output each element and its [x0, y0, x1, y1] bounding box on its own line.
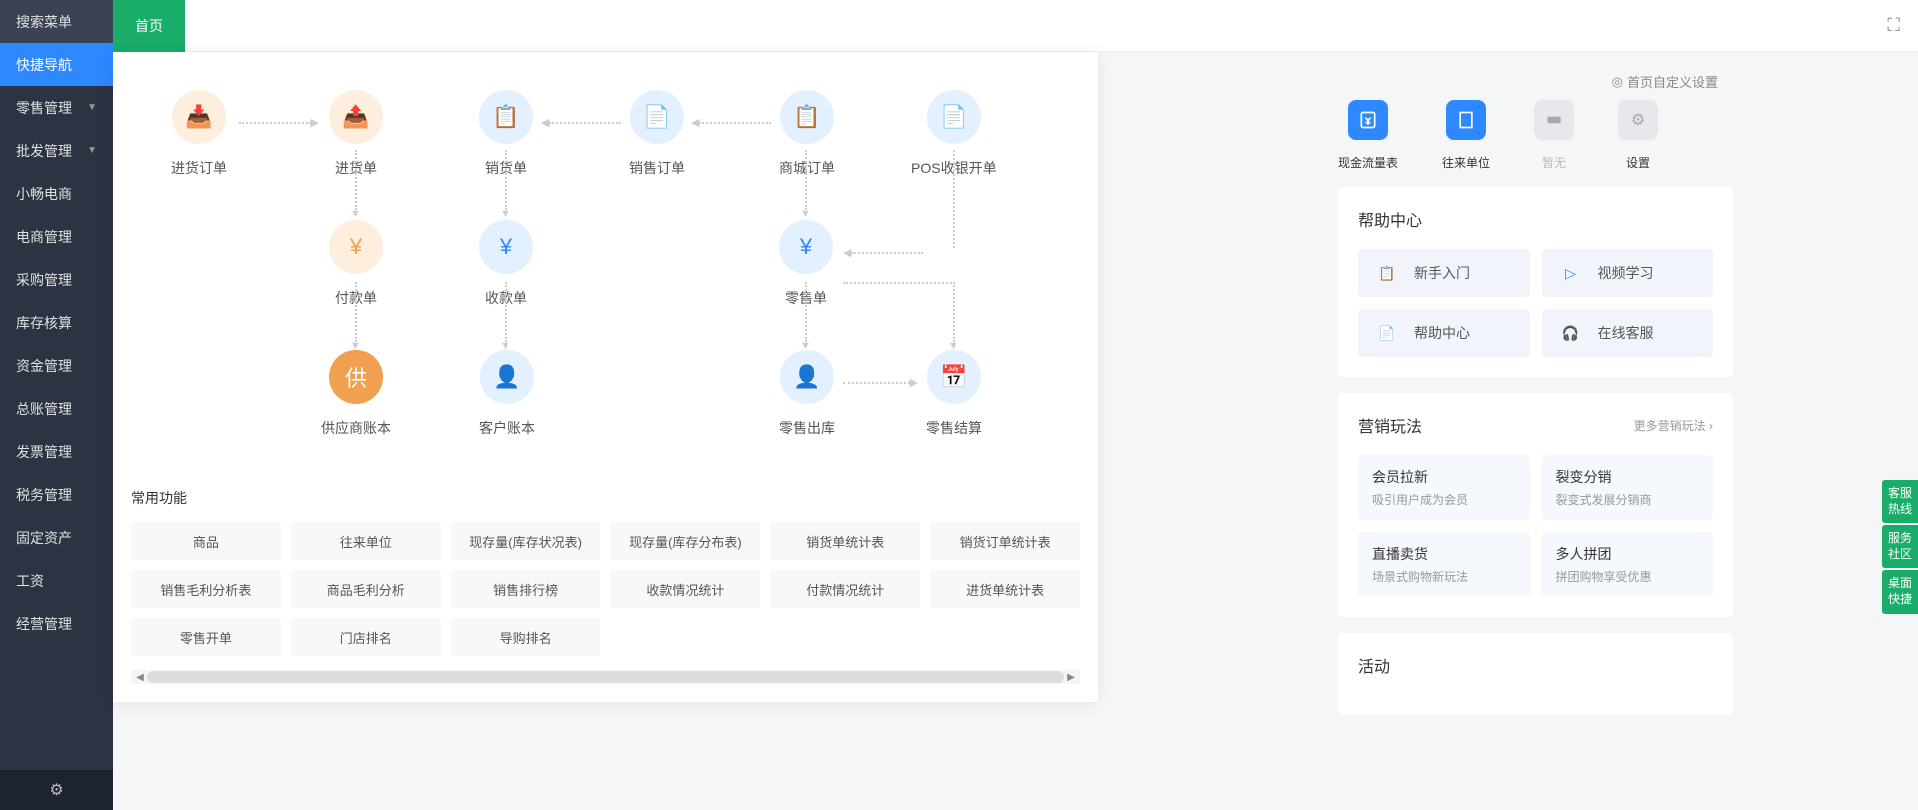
list-icon: 📋: [1374, 260, 1400, 286]
help-card: 帮助中心 📋新手入门 ▷视频学习 📄帮助中心 🎧在线客服: [1338, 187, 1733, 377]
shortcut-contacts[interactable]: 往来单位: [1442, 100, 1490, 171]
shortcut-empty[interactable]: 暂无: [1534, 100, 1574, 171]
float-hotline[interactable]: 客服热线: [1882, 480, 1918, 523]
supplier-icon: 供: [329, 350, 383, 404]
help-video[interactable]: ▷视频学习: [1542, 249, 1714, 297]
doc-icon: 📄: [630, 90, 684, 144]
help-title: 帮助中心: [1358, 207, 1713, 231]
horizontal-scrollbar[interactable]: ◀ ▶: [131, 670, 1080, 684]
placeholder-icon: [1534, 100, 1574, 140]
common-btn-9[interactable]: 收款情况统计: [610, 570, 760, 608]
float-community[interactable]: 服务社区: [1882, 525, 1918, 568]
node-supplier-ledger[interactable]: 供供应商账本: [321, 350, 391, 438]
node-retail-out[interactable]: 👤零售出库: [779, 350, 835, 438]
yen-icon: ¥: [479, 220, 533, 274]
common-functions-title: 常用功能: [131, 488, 1080, 508]
sidebar-item-salary[interactable]: 工资: [0, 559, 113, 602]
help-support[interactable]: 🎧在线客服: [1542, 309, 1714, 357]
activity-title: 活动: [1358, 653, 1713, 677]
sidebar-search[interactable]: 搜索菜单: [0, 0, 113, 43]
common-btn-0[interactable]: 商品: [131, 522, 281, 560]
common-btn-14[interactable]: 导购排名: [451, 618, 601, 656]
gear-icon: ⚙: [49, 780, 63, 800]
doc-in-icon: 📥: [172, 90, 226, 144]
shortcut-settings[interactable]: ⚙ 设置: [1618, 100, 1658, 171]
marketing-fission[interactable]: 裂变分销 裂变式发展分销商: [1542, 455, 1714, 520]
sidebar-item-xiaochang[interactable]: 小畅电商: [0, 172, 113, 215]
common-btn-7[interactable]: 商品毛利分析: [291, 570, 441, 608]
quicknav-flyout: 📥进货订单 📤进货单 📋销货单 📄销售订单 📋商城订单 📄POS收银开单 ¥付款…: [113, 52, 1098, 702]
node-retail-settle[interactable]: 📅零售结算: [926, 350, 982, 438]
node-customer-ledger[interactable]: 👤客户账本: [479, 350, 535, 438]
doc-icon: 📄: [1374, 320, 1400, 346]
node-purchase-order[interactable]: 📥进货订单: [171, 90, 227, 178]
list-icon: 📋: [479, 90, 533, 144]
common-btn-11[interactable]: 进货单统计表: [930, 570, 1080, 608]
sidebar-item-ledger[interactable]: 总账管理: [0, 387, 113, 430]
sidebar-item-retail[interactable]: 零售管理 ▼: [0, 86, 113, 129]
building-icon: [1446, 100, 1486, 140]
common-btn-2[interactable]: 现存量(库存状况表): [451, 522, 601, 560]
play-icon: ▷: [1558, 260, 1584, 286]
scroll-left-icon[interactable]: ◀: [133, 672, 147, 683]
scroll-right-icon[interactable]: ▶: [1064, 672, 1078, 683]
sidebar-item-quicknav[interactable]: 快捷导航: [0, 43, 113, 86]
sidebar-item-assets[interactable]: 固定资产: [0, 516, 113, 559]
chevron-down-icon: ▼: [87, 145, 97, 156]
activity-card: 活动: [1338, 633, 1733, 715]
marketing-title: 营销玩法: [1358, 413, 1422, 437]
common-btn-8[interactable]: 销售排行榜: [451, 570, 601, 608]
sidebar-item-inventory[interactable]: 库存核算: [0, 301, 113, 344]
fullscreen-icon[interactable]: ⛶: [1887, 15, 1900, 36]
sidebar-item-tax[interactable]: 税务管理: [0, 473, 113, 516]
gear-icon: ⚙: [1618, 100, 1658, 140]
common-btn-3[interactable]: 现存量(库存分布表): [610, 522, 760, 560]
sidebar-item-funds[interactable]: 资金管理: [0, 344, 113, 387]
sidebar-item-wholesale[interactable]: 批发管理 ▼: [0, 129, 113, 172]
help-newbie[interactable]: 📋新手入门: [1358, 249, 1530, 297]
doc-out-icon: 📤: [329, 90, 383, 144]
sidebar-search-label: 搜索菜单: [16, 12, 72, 32]
person-icon: 👤: [480, 350, 534, 404]
headset-icon: 🎧: [1558, 320, 1584, 346]
chevron-down-icon: ▼: [87, 102, 97, 113]
sidebar-settings[interactable]: ⚙: [0, 770, 113, 810]
yen-icon: ¥: [779, 220, 833, 274]
sidebar-item-operations[interactable]: 经营管理: [0, 602, 113, 645]
list-icon: 📋: [780, 90, 834, 144]
node-mall-order[interactable]: 📋商城订单: [779, 90, 835, 178]
float-desktop[interactable]: 桌面快捷: [1882, 570, 1918, 613]
common-btn-4[interactable]: 销货单统计表: [770, 522, 920, 560]
common-btn-1[interactable]: 往来单位: [291, 522, 441, 560]
marketing-live[interactable]: 直播卖货 场景式购物新玩法: [1358, 532, 1530, 597]
common-btn-12[interactable]: 零售开单: [131, 618, 281, 656]
node-sales-order[interactable]: 📄销售订单: [629, 90, 685, 178]
common-btn-13[interactable]: 门店排名: [291, 618, 441, 656]
doc-icon: 📄: [927, 90, 981, 144]
common-btn-6[interactable]: 销售毛利分析表: [131, 570, 281, 608]
marketing-member[interactable]: 会员拉新 吸引用户成为会员: [1358, 455, 1530, 520]
marketing-group[interactable]: 多人拼团 拼团购物享受优惠: [1542, 532, 1714, 597]
common-btn-5[interactable]: 销货订单统计表: [930, 522, 1080, 560]
help-center[interactable]: 📄帮助中心: [1358, 309, 1530, 357]
common-btn-10[interactable]: 付款情况统计: [770, 570, 920, 608]
person-icon: 👤: [780, 350, 834, 404]
shortcut-cashflow[interactable]: 现金流量表: [1338, 100, 1398, 171]
sidebar-item-purchase[interactable]: 采购管理: [0, 258, 113, 301]
sidebar-item-ecommerce[interactable]: 电商管理: [0, 215, 113, 258]
tab-home[interactable]: 首页: [113, 0, 185, 52]
sidebar-item-invoice[interactable]: 发票管理: [0, 430, 113, 473]
marketing-card: 营销玩法 更多营销玩法 › 会员拉新 吸引用户成为会员 裂变分销 裂变式发展分销…: [1338, 393, 1733, 617]
yen-icon: ¥: [329, 220, 383, 274]
marketing-more-link[interactable]: 更多营销玩法 ›: [1634, 417, 1713, 434]
doc-yen-icon: [1348, 100, 1388, 140]
calendar-icon: 📅: [927, 350, 981, 404]
